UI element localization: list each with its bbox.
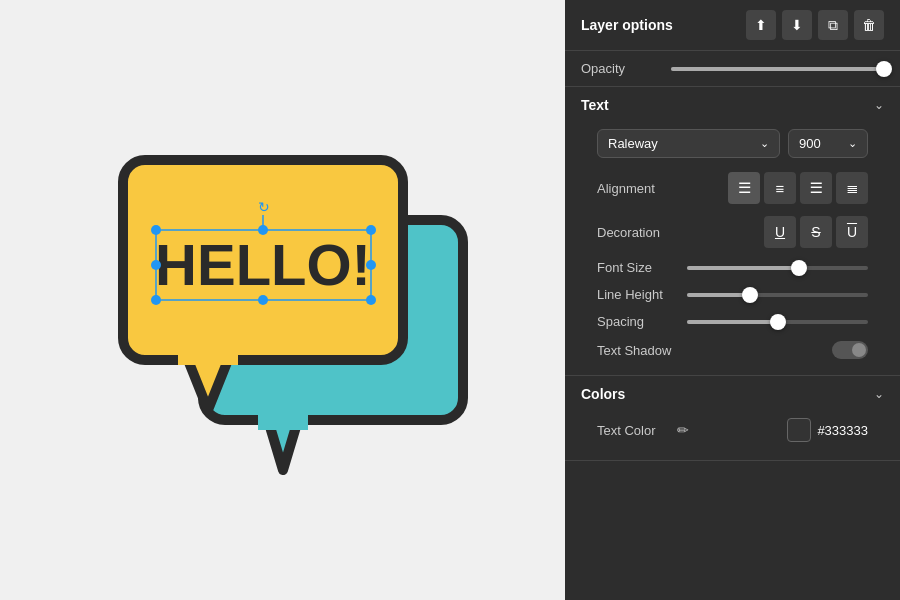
colors-section: Colors ⌄ Text Color ✏ #333333 bbox=[565, 376, 900, 461]
font-row: Raleway ⌄ 900 ⌄ bbox=[581, 121, 884, 166]
align-center-button[interactable]: ≡ bbox=[764, 172, 796, 204]
text-section-toggle[interactable]: ⌄ bbox=[874, 98, 884, 112]
strikethrough-button[interactable]: S bbox=[800, 216, 832, 248]
align-bottom-button[interactable]: ⬇ bbox=[782, 10, 812, 40]
alignment-label: Alignment bbox=[597, 181, 677, 196]
justify-button[interactable]: ≣ bbox=[836, 172, 868, 204]
spacing-thumb[interactable] bbox=[770, 314, 786, 330]
opacity-label: Opacity bbox=[581, 61, 661, 76]
text-section: Text ⌄ Raleway ⌄ 900 ⌄ Alignment ☰ ≡ ☰ ≣ bbox=[565, 87, 900, 376]
layer-options-icons: ⬆ ⬇ ⧉ 🗑 bbox=[746, 10, 884, 40]
text-shadow-row: Text Shadow bbox=[581, 335, 884, 365]
text-section-title: Text bbox=[581, 97, 609, 113]
text-section-header: Text ⌄ bbox=[581, 97, 884, 113]
underline-button[interactable]: U bbox=[764, 216, 796, 248]
right-panel: Layer options ⬆ ⬇ ⧉ 🗑 Opacity Text ⌄ Ral… bbox=[565, 0, 900, 600]
font-family-select[interactable]: Raleway ⌄ bbox=[597, 129, 780, 158]
delete-button[interactable]: 🗑 bbox=[854, 10, 884, 40]
colors-section-header: Colors ⌄ bbox=[581, 386, 884, 402]
font-size-label: Font Size bbox=[597, 260, 677, 275]
spacing-row: Spacing bbox=[581, 308, 884, 335]
line-height-thumb[interactable] bbox=[742, 287, 758, 303]
text-shadow-toggle[interactable] bbox=[832, 341, 868, 359]
alignment-buttons: ☰ ≡ ☰ ≣ bbox=[728, 172, 868, 204]
pencil-icon[interactable]: ✏ bbox=[677, 422, 689, 438]
line-height-row: Line Height bbox=[581, 281, 884, 308]
decoration-buttons: U S U bbox=[764, 216, 868, 248]
font-weight-chevron: ⌄ bbox=[848, 137, 857, 150]
layer-options-section: Layer options ⬆ ⬇ ⧉ 🗑 bbox=[565, 0, 900, 51]
svg-point-9 bbox=[366, 225, 376, 235]
font-weight-select[interactable]: 900 ⌄ bbox=[788, 129, 868, 158]
svg-rect-2 bbox=[258, 410, 308, 430]
svg-rect-5 bbox=[178, 350, 238, 365]
layer-options-title: Layer options bbox=[581, 17, 673, 33]
svg-point-11 bbox=[366, 295, 376, 305]
font-size-row: Font Size bbox=[581, 254, 884, 281]
colors-section-toggle[interactable]: ⌄ bbox=[874, 387, 884, 401]
canvas-area: HELLO! ↻ bbox=[0, 0, 565, 600]
text-color-value: #333333 bbox=[817, 423, 868, 438]
font-family-chevron: ⌄ bbox=[760, 137, 769, 150]
text-color-swatch[interactable] bbox=[787, 418, 811, 442]
line-height-label: Line Height bbox=[597, 287, 677, 302]
line-height-slider[interactable] bbox=[687, 293, 868, 297]
alignment-row: Alignment ☰ ≡ ☰ ≣ bbox=[581, 166, 884, 210]
spacing-label: Spacing bbox=[597, 314, 677, 329]
decoration-row: Decoration U S U bbox=[581, 210, 884, 254]
opacity-row: Opacity bbox=[565, 51, 900, 87]
font-family-value: Raleway bbox=[608, 136, 658, 151]
svg-point-10 bbox=[151, 295, 161, 305]
svg-point-8 bbox=[151, 225, 161, 235]
decoration-label: Decoration bbox=[597, 225, 677, 240]
duplicate-button[interactable]: ⧉ bbox=[818, 10, 848, 40]
text-color-label: Text Color bbox=[597, 423, 677, 438]
svg-point-13 bbox=[258, 295, 268, 305]
font-weight-value: 900 bbox=[799, 136, 821, 151]
svg-text:HELLO!: HELLO! bbox=[155, 232, 371, 297]
svg-point-15 bbox=[366, 260, 376, 270]
align-top-button[interactable]: ⬆ bbox=[746, 10, 776, 40]
overline-button[interactable]: U bbox=[836, 216, 868, 248]
colors-section-title: Colors bbox=[581, 386, 625, 402]
opacity-thumb[interactable] bbox=[876, 61, 892, 77]
text-color-row: Text Color ✏ #333333 bbox=[581, 410, 884, 450]
svg-point-14 bbox=[151, 260, 161, 270]
spacing-slider[interactable] bbox=[687, 320, 868, 324]
text-shadow-knob bbox=[852, 343, 866, 357]
svg-text:↻: ↻ bbox=[258, 199, 270, 215]
align-right-button[interactable]: ☰ bbox=[800, 172, 832, 204]
align-left-button[interactable]: ☰ bbox=[728, 172, 760, 204]
font-size-slider[interactable] bbox=[687, 266, 868, 270]
font-size-thumb[interactable] bbox=[791, 260, 807, 276]
illustration: HELLO! ↻ bbox=[68, 100, 498, 500]
opacity-slider[interactable] bbox=[671, 67, 884, 71]
text-shadow-label: Text Shadow bbox=[597, 343, 677, 358]
